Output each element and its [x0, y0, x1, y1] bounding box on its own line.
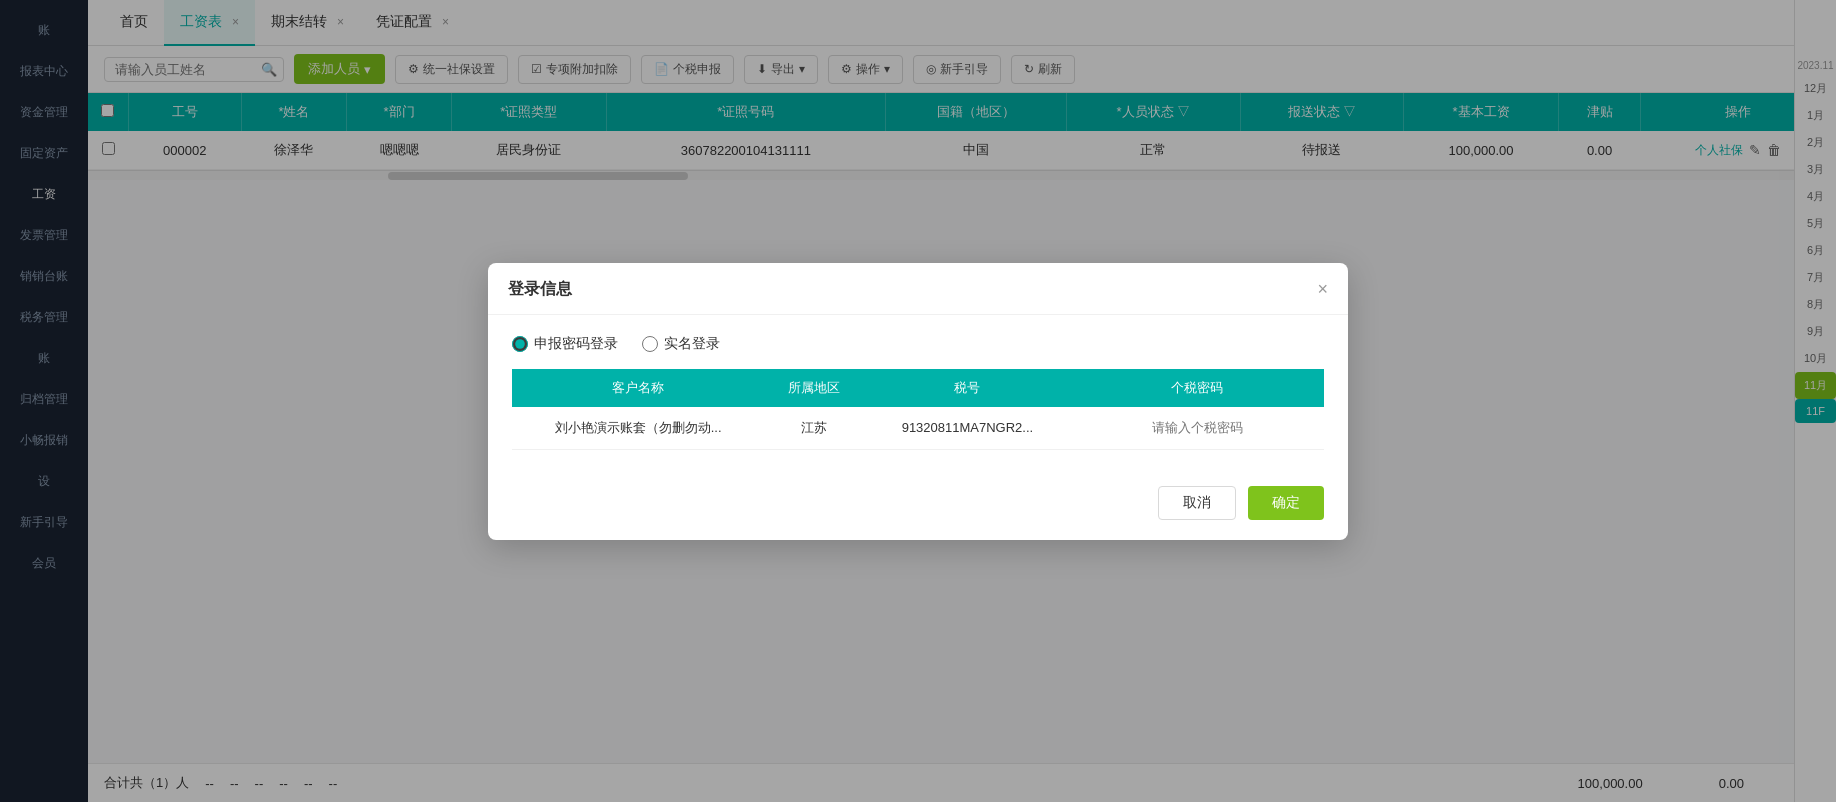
col-customer: 客户名称 — [512, 369, 764, 407]
customer-region: 江苏 — [764, 407, 864, 450]
customer-taxno: 91320811MA7NGR2... — [865, 407, 1071, 450]
radio-realname-label[interactable]: 实名登录 — [642, 335, 720, 353]
dialog-body: 申报密码登录 实名登录 客户名称 所属地区 税号 个税密码 — [488, 315, 1348, 470]
tax-password-input[interactable] — [1082, 420, 1312, 435]
cancel-button[interactable]: 取消 — [1158, 486, 1236, 520]
customer-row: 刘小艳演示账套（勿删勿动... 江苏 91320811MA7NGR2... — [512, 407, 1324, 450]
dialog-close-button[interactable]: × — [1317, 279, 1328, 300]
confirm-button[interactable]: 确定 — [1248, 486, 1324, 520]
dialog-header: 登录信息 × — [488, 263, 1348, 315]
radio-password-label[interactable]: 申报密码登录 — [512, 335, 618, 353]
login-type-group: 申报密码登录 实名登录 — [512, 335, 1324, 353]
dialog-footer: 取消 确定 — [488, 470, 1348, 540]
radio-password[interactable] — [512, 336, 528, 352]
radio-realname[interactable] — [642, 336, 658, 352]
login-dialog: 登录信息 × 申报密码登录 实名登录 客户名称 所属地区 — [488, 263, 1348, 540]
col-taxno: 税号 — [865, 369, 1071, 407]
col-taxpwd: 个税密码 — [1070, 369, 1324, 407]
customer-name: 刘小艳演示账套（勿删勿动... — [512, 407, 764, 450]
customer-table: 客户名称 所属地区 税号 个税密码 刘小艳演示账套（勿删勿动... 江苏 913… — [512, 369, 1324, 450]
dialog-title: 登录信息 — [508, 279, 572, 300]
col-region: 所属地区 — [764, 369, 864, 407]
dialog-overlay: 登录信息 × 申报密码登录 实名登录 客户名称 所属地区 — [0, 0, 1836, 802]
customer-password-cell — [1070, 407, 1324, 450]
